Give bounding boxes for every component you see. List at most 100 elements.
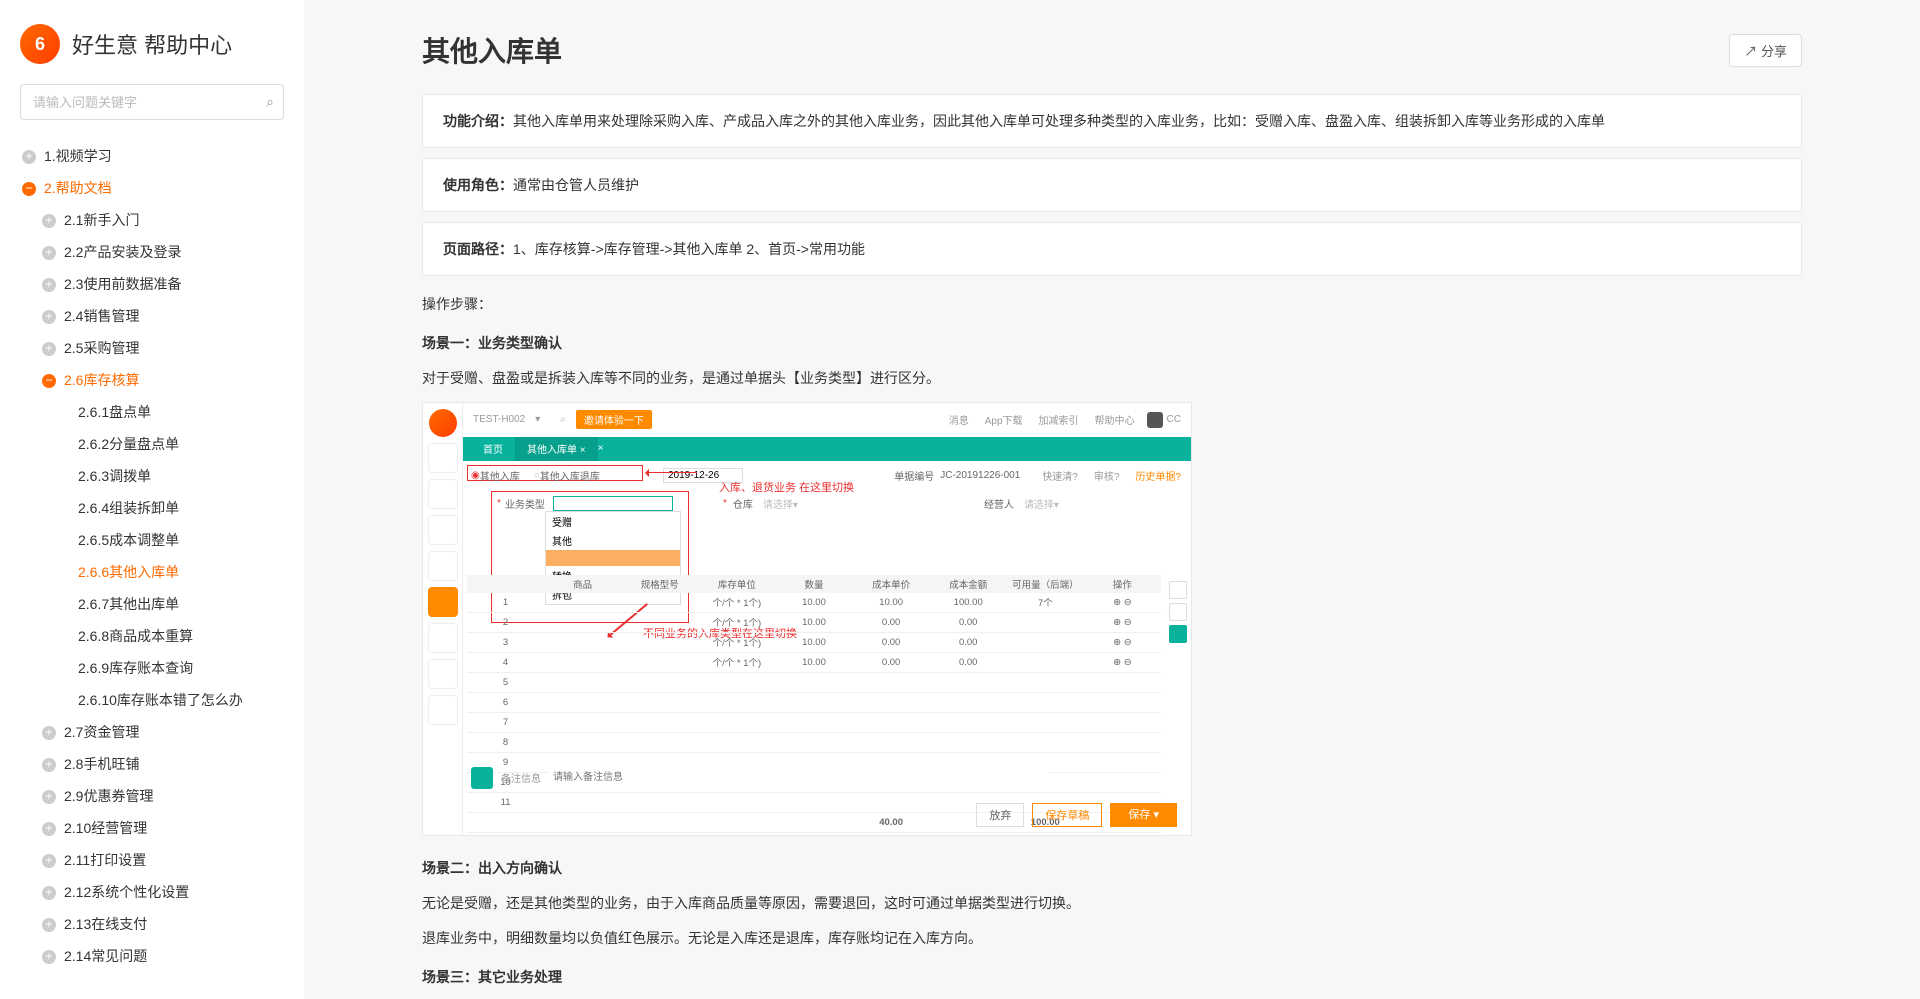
plus-icon[interactable]: + bbox=[42, 886, 56, 900]
role-box: 使用角色：通常由仓管人员维护 bbox=[422, 158, 1802, 212]
ss-nav-icon-active bbox=[428, 587, 458, 617]
sidebar-item[interactable]: +2.12系统个性化设置 bbox=[20, 876, 284, 908]
plus-icon[interactable]: + bbox=[42, 342, 56, 356]
table-row: 1个/个 * 1个)10.0010.00100.007个⊕ ⊖ bbox=[467, 593, 1161, 613]
sidebar-item-label: 2.4销售管理 bbox=[64, 308, 139, 324]
plus-icon[interactable]: + bbox=[42, 758, 56, 772]
sidebar-item[interactable]: 2.6.1盘点单 bbox=[20, 396, 284, 428]
table-row: 4个/个 * 1个)10.000.000.00⊕ ⊖ bbox=[467, 653, 1161, 673]
sidebar-item[interactable]: 2.6.8商品成本重算 bbox=[20, 620, 284, 652]
sidebar-item[interactable]: +2.10经营管理 bbox=[20, 812, 284, 844]
sidebar-item[interactable]: +2.11打印设置 bbox=[20, 844, 284, 876]
sidebar-item-label: 2.5采购管理 bbox=[64, 340, 139, 356]
table-row: 6 bbox=[467, 693, 1161, 713]
sidebar-item-label: 2.2产品安装及登录 bbox=[64, 244, 181, 260]
sidebar-item[interactable]: 2.6.9库存账本查询 bbox=[20, 652, 284, 684]
ss-draft-button: 保存草稿 bbox=[1032, 803, 1102, 827]
minus-icon[interactable]: − bbox=[42, 374, 56, 388]
sidebar-item-label: 2.6.2分量盘点单 bbox=[78, 436, 179, 452]
sidebar-item-label: 2.帮助文档 bbox=[44, 180, 112, 196]
minus-icon[interactable]: − bbox=[22, 182, 36, 196]
sidebar-item[interactable]: 2.6.2分量盘点单 bbox=[20, 428, 284, 460]
sidebar-item-label: 2.14常见问题 bbox=[64, 948, 147, 964]
ss-nav-icon bbox=[428, 623, 458, 653]
ss-tab-current: 其他入库单 × bbox=[515, 437, 598, 461]
sidebar-item-label: 2.6.5成本调整单 bbox=[78, 532, 179, 548]
sidebar-item[interactable]: 2.6.5成本调整单 bbox=[20, 524, 284, 556]
sidebar-item[interactable]: 2.6.6其他入库单 bbox=[20, 556, 284, 588]
ss-nav-icon bbox=[428, 551, 458, 581]
plus-icon[interactable]: + bbox=[42, 950, 56, 964]
ss-nav-icon bbox=[428, 695, 458, 725]
sidebar-item[interactable]: 2.6.4组装拆卸单 bbox=[20, 492, 284, 524]
sidebar-item[interactable]: +2.5采购管理 bbox=[20, 332, 284, 364]
sidebar-item-label: 2.6.6其他入库单 bbox=[78, 564, 179, 580]
sidebar-item-label: 2.6库存核算 bbox=[64, 372, 139, 388]
sidebar-item[interactable]: −2.帮助文档 bbox=[20, 172, 284, 204]
ss-nav-icon bbox=[428, 515, 458, 545]
sidebar-item[interactable]: +2.14常见问题 bbox=[20, 940, 284, 972]
plus-icon[interactable]: + bbox=[42, 918, 56, 932]
sidebar-item[interactable]: +2.4销售管理 bbox=[20, 300, 284, 332]
sidebar: 6 好生意 帮助中心 ⌕ +1.视频学习−2.帮助文档+2.1新手入门+2.2产… bbox=[0, 0, 304, 999]
plus-icon[interactable]: + bbox=[42, 278, 56, 292]
scene3-title: 场景三：其它业务处理 bbox=[422, 965, 1802, 990]
ss-tabs: 首页 其他入库单 × × bbox=[463, 437, 1191, 461]
plus-icon[interactable]: + bbox=[22, 150, 36, 164]
sidebar-item-label: 2.6.7其他出库单 bbox=[78, 596, 179, 612]
plus-icon[interactable]: + bbox=[42, 854, 56, 868]
sidebar-item[interactable]: 2.6.10库存账本错了怎么办 bbox=[20, 684, 284, 716]
sidebar-item[interactable]: +2.8手机旺铺 bbox=[20, 748, 284, 780]
table-row: 8 bbox=[467, 733, 1161, 753]
ss-topbar: TEST-H002 ▾ ⌕ 邀请体验一下 消息 App下载 加减索引 帮助中心 … bbox=[463, 403, 1191, 437]
sidebar-item[interactable]: +2.1新手入门 bbox=[20, 204, 284, 236]
ss-tab-home: 首页 bbox=[471, 437, 515, 461]
plus-icon[interactable]: + bbox=[42, 790, 56, 804]
sidebar-item-label: 2.10经营管理 bbox=[64, 820, 147, 836]
ss-nav-icon bbox=[428, 479, 458, 509]
ss-remark-input bbox=[549, 771, 1049, 784]
sidebar-item-label: 2.6.9库存账本查询 bbox=[78, 660, 193, 676]
sidebar-item[interactable]: +2.13在线支付 bbox=[20, 908, 284, 940]
sidebar-item-label: 2.1新手入门 bbox=[64, 212, 139, 228]
sidebar-item[interactable]: +2.3使用前数据准备 bbox=[20, 268, 284, 300]
plus-icon[interactable]: + bbox=[42, 726, 56, 740]
sidebar-item[interactable]: +1.视频学习 bbox=[20, 140, 284, 172]
sidebar-item[interactable]: 2.6.7其他出库单 bbox=[20, 588, 284, 620]
nav-tree: +1.视频学习−2.帮助文档+2.1新手入门+2.2产品安装及登录+2.3使用前… bbox=[20, 140, 284, 972]
ss-side-icons bbox=[1169, 581, 1187, 643]
table-row: 2个/个 * 1个)10.000.000.00⊕ ⊖ bbox=[467, 613, 1161, 633]
sidebar-item-label: 2.3使用前数据准备 bbox=[64, 276, 181, 292]
intro-box: 功能介绍：其他入库单用来处理除采购入库、产成品入库之外的其他入库业务，因此其他入… bbox=[422, 94, 1802, 148]
ss-footer-buttons: 放弃 保存草稿 保存 ▾ bbox=[976, 803, 1177, 827]
share-button[interactable]: ↗ 分享 bbox=[1729, 34, 1802, 67]
ss-logo-icon bbox=[429, 409, 457, 437]
ss-company: TEST-H002 bbox=[473, 414, 525, 425]
sidebar-item[interactable]: 2.6.3调拨单 bbox=[20, 460, 284, 492]
search-input[interactable] bbox=[20, 84, 284, 120]
ss-nav-icon bbox=[428, 443, 458, 473]
search-wrap: ⌕ bbox=[20, 84, 284, 120]
plus-icon[interactable]: + bbox=[42, 214, 56, 228]
sidebar-item-label: 2.6.3调拨单 bbox=[78, 468, 151, 484]
plus-icon[interactable]: + bbox=[42, 246, 56, 260]
search-icon[interactable]: ⌕ bbox=[266, 94, 274, 111]
scene1-title: 场景一：业务类型确认 bbox=[422, 331, 1802, 356]
sidebar-item-label: 2.11打印设置 bbox=[64, 852, 146, 868]
ss-invite-button: 邀请体验一下 bbox=[576, 410, 652, 429]
ss-biztype-select bbox=[553, 496, 673, 511]
table-row: 7 bbox=[467, 713, 1161, 733]
sidebar-item-label: 2.6.4组装拆卸单 bbox=[78, 500, 179, 516]
logo-row: 6 好生意 帮助中心 bbox=[20, 24, 284, 64]
sidebar-item[interactable]: +2.7资金管理 bbox=[20, 716, 284, 748]
sidebar-item[interactable]: +2.2产品安装及登录 bbox=[20, 236, 284, 268]
plus-icon[interactable]: + bbox=[42, 310, 56, 324]
sidebar-item-label: 2.9优惠券管理 bbox=[64, 788, 153, 804]
scene2-p1: 无论是受赠，还是其他类型的业务，由于入库商品质量等原因，需要退回，这时可通过单据… bbox=[422, 891, 1802, 916]
page-title: 其他入库单 bbox=[422, 30, 562, 70]
plus-icon[interactable]: + bbox=[42, 822, 56, 836]
sidebar-item[interactable]: +2.9优惠券管理 bbox=[20, 780, 284, 812]
sidebar-item[interactable]: −2.6库存核算 bbox=[20, 364, 284, 396]
page-head: 其他入库单 ↗ 分享 bbox=[422, 30, 1802, 70]
ss-save-button: 保存 ▾ bbox=[1110, 803, 1177, 827]
